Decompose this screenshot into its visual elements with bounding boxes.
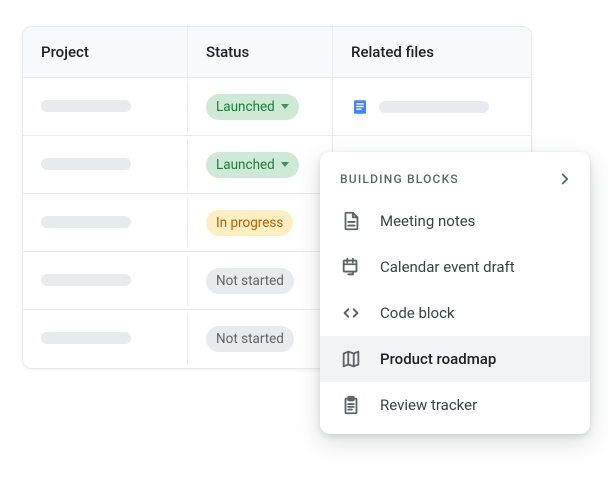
menu-item-map[interactable]: Product roadmap [320,336,590,382]
status-label: Launched [216,157,275,173]
chevron-down-icon [281,104,289,109]
chevron-down-icon [281,162,289,167]
column-header-files: Related files [333,27,531,77]
building-blocks-menu: BUILDING BLOCKS Meeting notes Calendar ev… [320,152,590,434]
menu-item-label: Product roadmap [380,350,496,368]
placeholder-bar [41,100,131,112]
column-header-project: Project [23,27,188,77]
status-pill[interactable]: Launched [206,94,299,120]
files-cell[interactable] [333,81,531,132]
placeholder-bar [41,216,131,228]
table-header-row: Project Status Related files [23,27,531,78]
menu-item-clipboard[interactable]: Review tracker [320,382,590,428]
status-cell: Launched [188,78,333,136]
project-cell[interactable] [23,82,188,132]
code-icon [340,302,362,324]
map-icon [340,348,362,370]
table-row: Launched [23,78,531,136]
menu-header[interactable]: BUILDING BLOCKS [320,158,590,198]
google-doc-icon [351,98,369,116]
status-label: Launched [216,99,275,115]
status-cell: Not started [188,252,333,310]
status-cell: Not started [188,310,333,368]
status-pill[interactable]: Not started [206,268,294,294]
calendar-icon [340,256,362,278]
column-header-status: Status [188,27,333,77]
placeholder-bar [41,274,131,286]
status-cell: In progress [188,194,333,252]
clipboard-icon [340,394,362,416]
doc-icon [340,210,362,232]
project-cell[interactable] [23,198,188,248]
status-pill[interactable]: Not started [206,326,294,352]
status-cell: Launched [188,136,333,194]
project-cell[interactable] [23,314,188,364]
status-pill[interactable]: In progress [206,210,293,236]
menu-item-doc[interactable]: Meeting notes [320,198,590,244]
menu-item-label: Meeting notes [380,212,475,230]
menu-item-label: Calendar event draft [380,258,515,276]
status-label: In progress [216,215,283,231]
status-label: Not started [216,273,284,289]
placeholder-bar [41,332,131,344]
menu-item-label: Code block [380,304,455,322]
placeholder-bar [41,158,131,170]
menu-item-label: Review tracker [380,396,477,414]
placeholder-bar [379,101,489,113]
status-label: Not started [216,331,284,347]
project-cell[interactable] [23,140,188,190]
menu-item-calendar[interactable]: Calendar event draft [320,244,590,290]
status-pill[interactable]: Launched [206,152,299,178]
chevron-right-icon [556,170,574,188]
menu-title: BUILDING BLOCKS [340,172,459,186]
menu-item-code[interactable]: Code block [320,290,590,336]
project-cell[interactable] [23,256,188,306]
